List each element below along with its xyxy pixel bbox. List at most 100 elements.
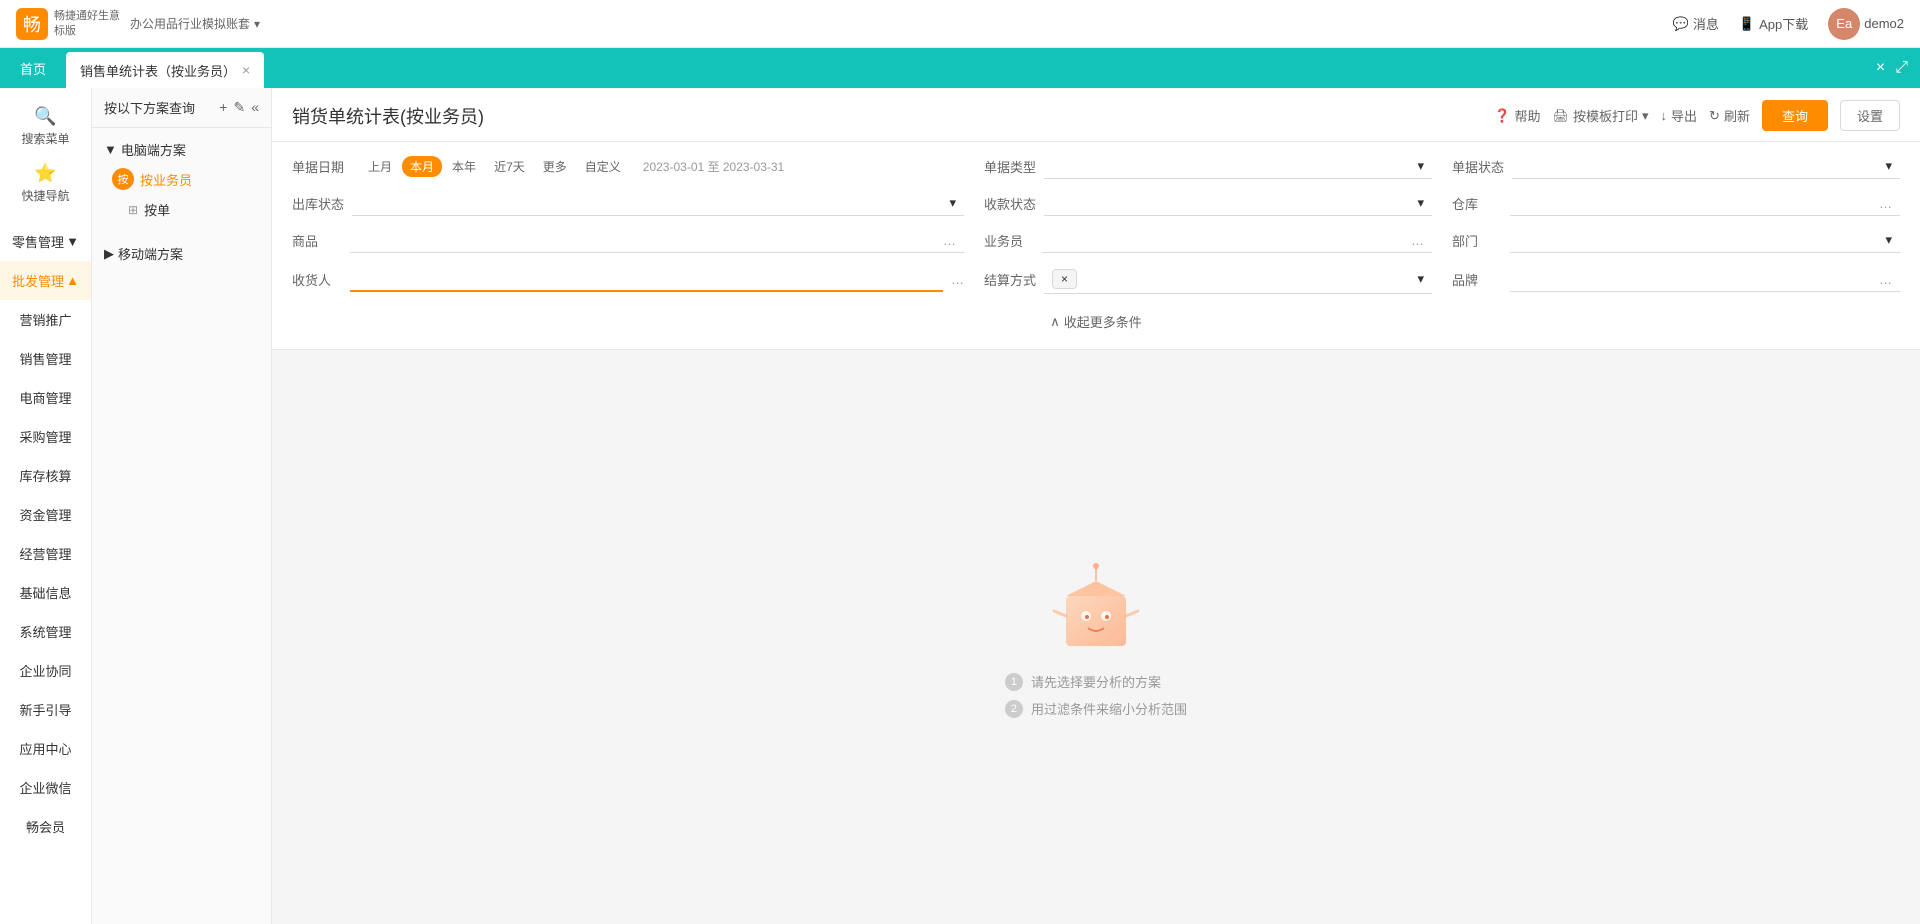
date-label: 单据日期 xyxy=(292,157,344,176)
scheme-group-desktop: ▼ 电脑端方案 按 按业务员 ⊞ 按单 xyxy=(92,128,271,232)
tab-home[interactable]: 首页 xyxy=(0,48,66,88)
page-title: 销货单统计表(按业务员) xyxy=(292,103,484,129)
empty-tip-1: 1 请先选择要分析的方案 xyxy=(1005,672,1187,691)
settings-button[interactable]: 设置 xyxy=(1840,100,1900,131)
brand-select[interactable]: … xyxy=(1510,268,1900,292)
breadcrumb-arrow-icon: ▾ xyxy=(254,17,260,31)
sidebar-item-newuser[interactable]: 新手引导 xyxy=(0,690,91,729)
settlement-tag-close-icon[interactable]: × xyxy=(1061,272,1068,286)
chevron-down3-icon: ▾ xyxy=(949,195,956,211)
date-more-btn[interactable]: 更多 xyxy=(535,156,575,177)
department-select[interactable]: ▾ xyxy=(1510,228,1900,253)
sidebar-nav: 零售管理 ▼ 批发管理 ▲ 营销推广 销售管理 电商管理 采购管理 库存核算 资… xyxy=(0,222,91,846)
filter-department: 部门 ▾ xyxy=(1452,228,1900,253)
goods-dots-icon[interactable]: … xyxy=(943,233,956,248)
search-label: 搜索菜单 xyxy=(21,130,69,147)
consignee-dots-icon[interactable]: … xyxy=(951,272,964,287)
doc-type-label: 单据类型 xyxy=(984,157,1036,176)
department-label: 部门 xyxy=(1452,231,1502,250)
print-arrow-icon: ▾ xyxy=(1642,108,1649,124)
date-period-buttons: 上月 本月 本年 近7天 更多 自定义 xyxy=(360,156,629,177)
export-button[interactable]: ↓ 导出 xyxy=(1661,106,1698,125)
filter-section: 单据日期 上月 本月 本年 近7天 更多 自定义 2023-03-01 至 20… xyxy=(272,142,1920,350)
triangle-right-icon: ▶ xyxy=(104,246,114,262)
brand-dots-icon[interactable]: … xyxy=(1879,272,1892,287)
doc-status-select[interactable]: ▾ xyxy=(1512,154,1900,179)
phone-icon: 📱 xyxy=(1739,16,1755,32)
consignee-input[interactable] xyxy=(350,267,943,292)
sidebar-item-purchase[interactable]: 采购管理 xyxy=(0,417,91,456)
out-status-label: 出库状态 xyxy=(292,194,344,213)
sidebar-item-ecommerce[interactable]: 电商管理 xyxy=(0,378,91,417)
out-status-select[interactable]: ▾ xyxy=(352,191,964,216)
collection-select[interactable]: ▾ xyxy=(1044,191,1432,216)
salesperson-dots-icon[interactable]: … xyxy=(1411,233,1424,248)
breadcrumb[interactable]: 办公用品行业模拟账套 ▾ xyxy=(130,15,260,32)
salesperson-select[interactable]: … xyxy=(1042,229,1432,253)
collapse-panel-button[interactable]: « xyxy=(251,99,259,116)
consignee-label: 收货人 xyxy=(292,270,342,289)
date-this-month-btn[interactable]: 本月 xyxy=(402,156,442,177)
date-this-year-btn[interactable]: 本年 xyxy=(444,156,484,177)
window-expand-icon[interactable]: ⤢ xyxy=(1895,59,1908,77)
print-button[interactable]: 🖨 按模板打印 ▾ xyxy=(1552,106,1648,125)
sidebar-item-sales[interactable]: 销售管理 xyxy=(0,339,91,378)
sidebar-item-basic[interactable]: 基础信息 xyxy=(0,573,91,612)
date-custom-btn[interactable]: 自定义 xyxy=(577,156,629,177)
sidebar-item-finance[interactable]: 资金管理 xyxy=(0,495,91,534)
sidebar-item-shortcut[interactable]: ⭐ 快捷导航 xyxy=(0,155,91,212)
avatar-char: Ea xyxy=(1836,16,1852,31)
sidebar: 🔍 搜索菜单 ⭐ 快捷导航 零售管理 ▼ 批发管理 ▲ 营销推广 销售管理 电商… xyxy=(0,88,92,924)
sidebar-item-retail[interactable]: 零售管理 ▼ xyxy=(0,222,91,261)
doc-type-select[interactable]: ▾ xyxy=(1044,154,1432,179)
scheme-group-mobile-title[interactable]: ▶ 移动端方案 xyxy=(104,240,259,267)
sidebar-item-inventory[interactable]: 库存核算 xyxy=(0,456,91,495)
filter-doc-type: 单据类型 ▾ xyxy=(984,154,1432,179)
left-panel-header: 按以下方案查询 + ✎ « xyxy=(92,88,271,128)
refresh-label: 刷新 xyxy=(1724,106,1750,125)
page-actions: ❓ 帮助 🖨 按模板打印 ▾ ↓ 导出 ↻ 刷新 xyxy=(1494,100,1900,131)
scheme-group-desktop-title[interactable]: ▼ 电脑端方案 xyxy=(104,136,259,163)
sidebar-item-apps[interactable]: 应用中心 xyxy=(0,729,91,768)
settlement-label: 结算方式 xyxy=(984,270,1036,289)
tab-close-icon[interactable]: × xyxy=(242,62,250,78)
tip-text-2: 用过滤条件来缩小分析范围 xyxy=(1031,699,1187,718)
add-scheme-button[interactable]: + xyxy=(219,99,227,116)
triangle-icon: ▼ xyxy=(104,142,117,157)
tab-active[interactable]: 销售单统计表（按业务员） × xyxy=(66,52,264,88)
sidebar-item-enterprise[interactable]: 企业协同 xyxy=(0,651,91,690)
sidebar-item-wholesale[interactable]: 批发管理 ▲ xyxy=(0,261,91,300)
sidebar-item-member[interactable]: 畅会员 xyxy=(0,807,91,846)
filter-brand: 品牌 … xyxy=(1452,268,1900,292)
window-close-icon[interactable]: × xyxy=(1876,59,1885,77)
edit-scheme-button[interactable]: ✎ xyxy=(233,99,245,116)
sidebar-item-wechat[interactable]: 企业微信 xyxy=(0,768,91,807)
tip-num-2: 2 xyxy=(1005,700,1023,718)
username-label: demo2 xyxy=(1864,16,1904,31)
sidebar-item-system[interactable]: 系统管理 xyxy=(0,612,91,651)
collapse-button[interactable]: ∧ 收起更多条件 xyxy=(292,306,1900,337)
refresh-button[interactable]: ↻ 刷新 xyxy=(1709,106,1750,125)
scheme-item-order[interactable]: ⊞ 按单 xyxy=(104,195,259,224)
empty-tips: 1 请先选择要分析的方案 2 用过滤条件来缩小分析范围 xyxy=(1005,672,1187,718)
date-7days-btn[interactable]: 近7天 xyxy=(486,156,533,177)
sidebar-item-marketing[interactable]: 营销推广 xyxy=(0,300,91,339)
message-button[interactable]: 💬 消息 xyxy=(1673,14,1719,33)
page-title-row: 销货单统计表(按业务员) ❓ 帮助 🖨 按模板打印 ▾ ↓ 导出 xyxy=(292,100,1900,131)
user-area[interactable]: Ea demo2 xyxy=(1828,8,1904,40)
help-button[interactable]: ❓ 帮助 xyxy=(1494,106,1540,125)
avatar: Ea xyxy=(1828,8,1860,40)
warehouse-dots-icon[interactable]: … xyxy=(1879,196,1892,211)
print-icon: 🖨 xyxy=(1552,108,1569,124)
date-last-month-btn[interactable]: 上月 xyxy=(360,156,400,177)
scheme-item-salesperson[interactable]: 按 按业务员 xyxy=(104,163,259,195)
sidebar-top: 🔍 搜索菜单 ⭐ 快捷导航 xyxy=(0,88,91,222)
warehouse-select[interactable]: … xyxy=(1510,192,1900,216)
settlement-select[interactable]: × ▾ xyxy=(1044,265,1432,294)
goods-select[interactable]: … xyxy=(350,229,964,253)
sidebar-item-operation[interactable]: 经营管理 xyxy=(0,534,91,573)
filter-settlement: 结算方式 × ▾ xyxy=(984,265,1432,294)
query-button[interactable]: 查询 xyxy=(1762,100,1828,131)
app-download-button[interactable]: 📱 App下载 xyxy=(1739,14,1808,33)
sidebar-item-search[interactable]: 🔍 搜索菜单 xyxy=(0,98,91,155)
